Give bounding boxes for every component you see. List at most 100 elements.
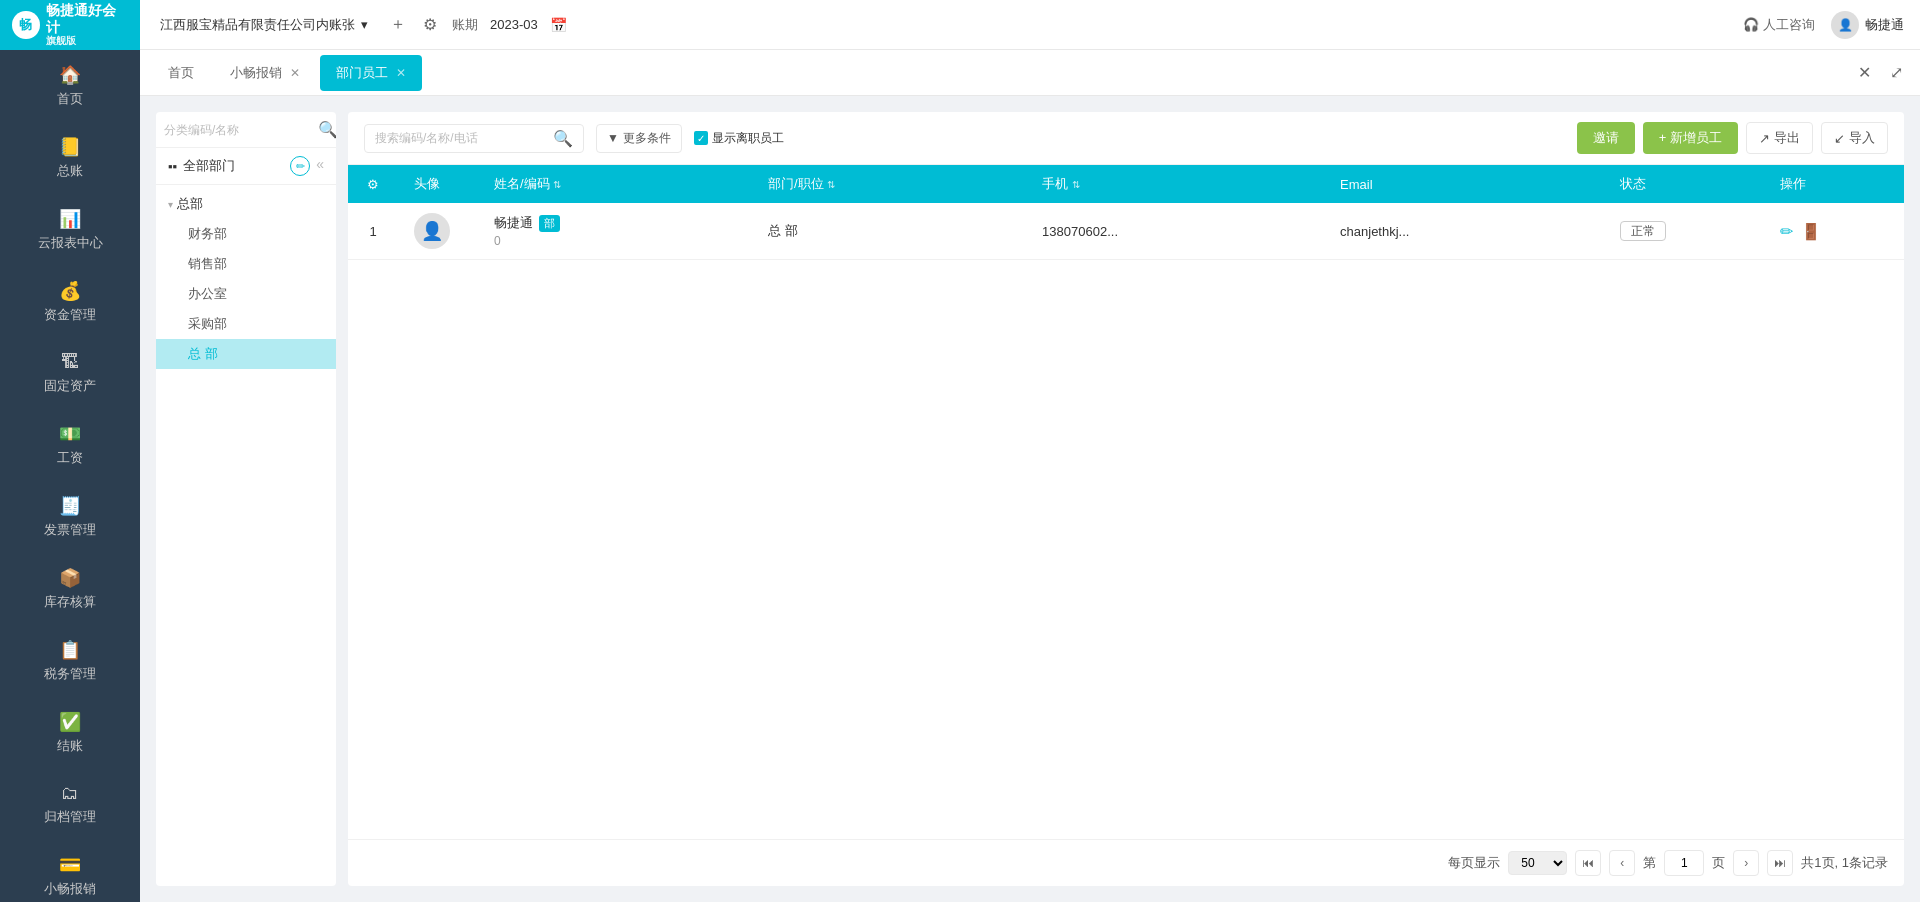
show-resigned-label: 显示离职员工 [712,130,784,147]
dept-item-sales[interactable]: 销售部 [156,249,336,279]
cell-avatar: 👤 [398,203,478,260]
name-code-cell: 畅捷通 部 0 [494,214,736,248]
page-size-select[interactable]: 50 10 20 100 [1508,851,1567,875]
col-index: ⚙ [348,165,398,203]
invite-button[interactable]: 邀请 [1577,122,1635,154]
employee-panel: 🔍 ▼ 更多条件 ✓ 显示离职员工 邀请 + 新增员工 ↗ [348,112,1904,886]
employee-search-icon[interactable]: 🔍 [553,129,573,148]
tab-close-all-button[interactable]: ✕ [1852,61,1876,85]
sidebar-item-reports[interactable]: 📊 云报表中心 [0,194,140,266]
settings-icon[interactable]: ⚙ [420,15,440,35]
checkout-icon: ✅ [59,711,81,733]
col-dept-position[interactable]: 部门/职位 ⇅ [752,165,1026,203]
dept-header-actions: ✏ « [290,156,324,176]
cell-actions: ✏ 🚪 [1764,203,1904,260]
tab-xiao-chang-close[interactable]: ✕ [290,66,300,80]
sidebar-item-tax[interactable]: 📋 税务管理 [0,625,140,697]
calendar-icon[interactable]: 📅 [550,17,567,33]
sidebar-item-wages[interactable]: 💵 工资 [0,409,140,481]
prev-page-button[interactable]: ‹ [1609,850,1635,876]
export-button[interactable]: ↗ 导出 [1746,122,1813,154]
dept-search-icon[interactable]: 🔍 [318,120,336,139]
employee-data-table: ⚙ 头像 姓名/编码 ⇅ 部门/职位 ⇅ [348,165,1904,260]
sidebar-label-invoices: 发票管理 [44,521,96,539]
last-page-button[interactable]: ⏭ [1767,850,1793,876]
tab-home[interactable]: 首页 [152,55,210,91]
edit-button[interactable]: ✏ [1780,222,1793,241]
employee-name: 畅捷通 部 [494,214,736,232]
next-page-button[interactable]: › [1733,850,1759,876]
employee-avatar: 👤 [414,213,450,249]
show-resigned-checkbox[interactable]: ✓ 显示离职员工 [694,130,784,147]
top-bar: 畅 畅捷通好会计 旗舰版 江西服宝精品有限责任公司内账张 ▾ ＋ ⚙ 账期 20… [0,0,1920,50]
sidebar-item-checkout[interactable]: ✅ 结账 [0,697,140,769]
delete-button[interactable]: 🚪 [1801,222,1821,241]
company-selector[interactable]: 江西服宝精品有限责任公司内账张 ▾ [152,12,376,38]
dept-office-label: 办公室 [188,286,227,301]
tab-xiao-chang-bao-xiao[interactable]: 小畅报销 ✕ [214,55,316,91]
add-employee-button[interactable]: + 新增员工 [1643,122,1738,154]
sidebar-item-funds[interactable]: 💰 资金管理 [0,266,140,338]
dept-item-purchasing[interactable]: 采购部 [156,309,336,339]
dept-sort-icon: ⇅ [827,179,835,190]
employee-search-input[interactable] [375,131,547,145]
sidebar-item-ledger[interactable]: 📒 总账 [0,122,140,194]
cell-dept-position: 总 部 [752,203,1026,260]
sidebar-item-archive[interactable]: 🗂 归档管理 [0,769,140,840]
dept-search-input[interactable] [164,123,314,137]
dept-section-headquarter[interactable]: ▾ 总部 [156,189,336,219]
fixed-assets-icon: 🏗 [61,352,79,373]
mobile-sort-icon: ⇅ [1072,179,1080,190]
sidebar-label-home: 首页 [57,90,83,108]
tab-expand-button[interactable]: ⤢ [1884,61,1908,85]
consultant-button[interactable]: 🎧 人工咨询 [1743,16,1815,34]
inventory-icon: 📦 [59,567,81,589]
grid-icon: ▪▪ [168,159,177,174]
xiao-chang-icon: 💳 [59,854,81,876]
page-content: 🔍 ▪▪ 全部部门 ✏ « ▾ 总部 财务部 [140,96,1920,902]
pagination: 每页显示 50 10 20 100 ⏮ ‹ 第 页 › ⏭ 共1页, 1条记录 [348,839,1904,886]
dept-item-general[interactable]: 总 部 [156,339,336,369]
logo-area: 畅 畅捷通好会计 旗舰版 [0,0,140,50]
logo-text-area: 畅捷通好会计 旗舰版 [46,2,129,48]
total-info: 共1页, 1条记录 [1801,854,1888,872]
cell-name-code: 畅捷通 部 0 [478,203,752,260]
add-tab-button[interactable]: ＋ [388,15,408,35]
export-label: 导出 [1774,129,1800,147]
more-filter-button[interactable]: ▼ 更多条件 [596,124,682,153]
sidebar-item-invoices[interactable]: 🧾 发票管理 [0,481,140,553]
chevron-down-icon: ▾ [168,199,173,210]
dept-item-finance[interactable]: 财务部 [156,219,336,249]
sidebar-item-fixed-assets[interactable]: 🏗 固定资产 [0,338,140,409]
col-name-code[interactable]: 姓名/编码 ⇅ [478,165,752,203]
col-mobile[interactable]: 手机 ⇅ [1026,165,1324,203]
home-icon: 🏠 [59,64,81,86]
tab-dept-employee[interactable]: 部门员工 ✕ [320,55,422,91]
tab-xiao-chang-label: 小畅报销 [230,64,282,82]
dept-item-office[interactable]: 办公室 [156,279,336,309]
resigned-checkbox-icon: ✓ [694,131,708,145]
employee-toolbar: 🔍 ▼ 更多条件 ✓ 显示离职员工 邀请 + 新增员工 ↗ [348,112,1904,165]
tab-dept-close[interactable]: ✕ [396,66,406,80]
sidebar-label-funds: 资金管理 [44,306,96,324]
sidebar-item-home[interactable]: 🏠 首页 [0,50,140,122]
employee-code-text: 0 [494,234,736,248]
dept-edit-icon[interactable]: ✏ [290,156,310,176]
user-info[interactable]: 👤 畅捷通 [1831,11,1904,39]
dept-purchasing-label: 采购部 [188,316,227,331]
sidebar-item-xiao-chang[interactable]: 💳 小畅报销 [0,840,140,902]
current-page-input[interactable] [1664,850,1704,876]
sidebar-label-wages: 工资 [57,449,83,467]
employee-name-text: 畅捷通 [494,214,533,232]
dept-collapse-icon[interactable]: « [316,156,324,176]
sidebar-label-reports: 云报表中心 [38,234,103,252]
sidebar-label-archive: 归档管理 [44,808,96,826]
page-size-label: 每页显示 [1448,854,1500,872]
first-page-button[interactable]: ⏮ [1575,850,1601,876]
all-dept-label: 全部部门 [183,157,235,175]
sidebar-item-inventory[interactable]: 📦 库存核算 [0,553,140,625]
main-layout: 🏠 首页 📒 总账 📊 云报表中心 💰 资金管理 🏗 固定资产 💵 工资 🧾 发… [0,50,1920,902]
reports-icon: 📊 [59,208,81,230]
import-button[interactable]: ↙ 导入 [1821,122,1888,154]
col-avatar: 头像 [398,165,478,203]
